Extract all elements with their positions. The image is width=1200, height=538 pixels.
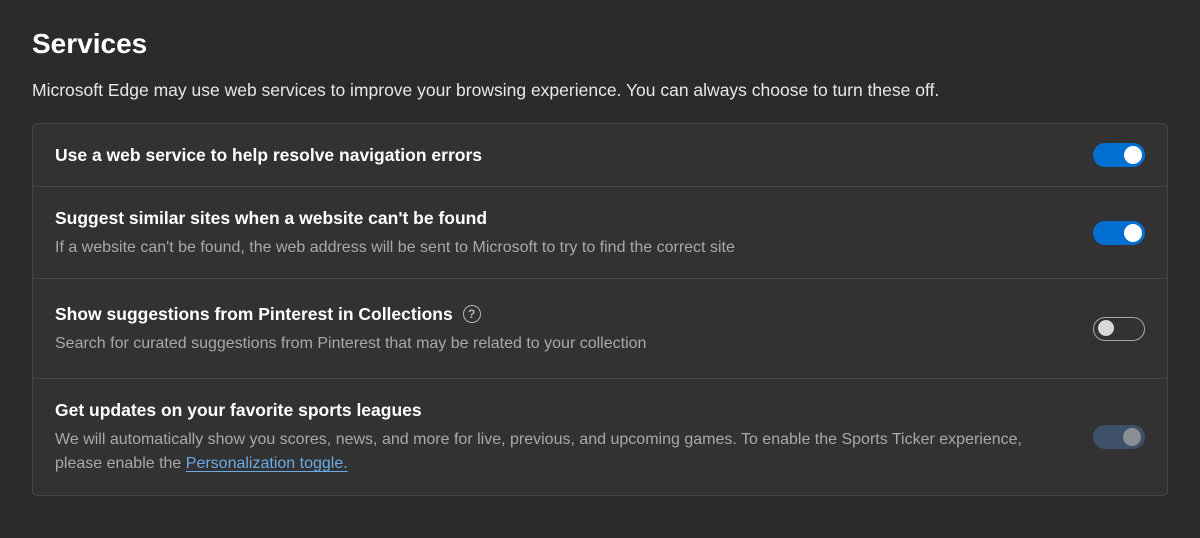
toggle-similar-sites[interactable] <box>1093 221 1145 245</box>
page-title: Services <box>32 28 1168 60</box>
toggle-sports <box>1093 425 1145 449</box>
page-description: Microsoft Edge may use web services to i… <box>32 80 1168 101</box>
help-icon[interactable]: ? <box>463 305 481 323</box>
personalization-toggle-link[interactable]: Personalization toggle. <box>186 455 348 472</box>
services-panel: Use a web service to help resolve naviga… <box>32 123 1168 496</box>
toggle-nav-errors[interactable] <box>1093 143 1145 167</box>
setting-subtitle: We will automatically show you scores, n… <box>55 428 1069 478</box>
setting-title: Show suggestions from Pinterest in Colle… <box>55 301 453 327</box>
setting-title: Suggest similar sites when a website can… <box>55 205 487 231</box>
setting-title: Use a web service to help resolve naviga… <box>55 142 482 168</box>
setting-row-similar-sites: Suggest similar sites when a website can… <box>33 187 1167 279</box>
setting-title: Get updates on your favorite sports leag… <box>55 397 422 423</box>
setting-row-nav-errors: Use a web service to help resolve naviga… <box>33 124 1167 187</box>
setting-subtitle: Search for curated suggestions from Pint… <box>55 332 1069 357</box>
toggle-pinterest[interactable] <box>1093 317 1145 341</box>
setting-subtitle: If a website can't be found, the web add… <box>55 236 1069 261</box>
setting-row-pinterest: Show suggestions from Pinterest in Colle… <box>33 279 1167 379</box>
setting-row-sports: Get updates on your favorite sports leag… <box>33 379 1167 495</box>
